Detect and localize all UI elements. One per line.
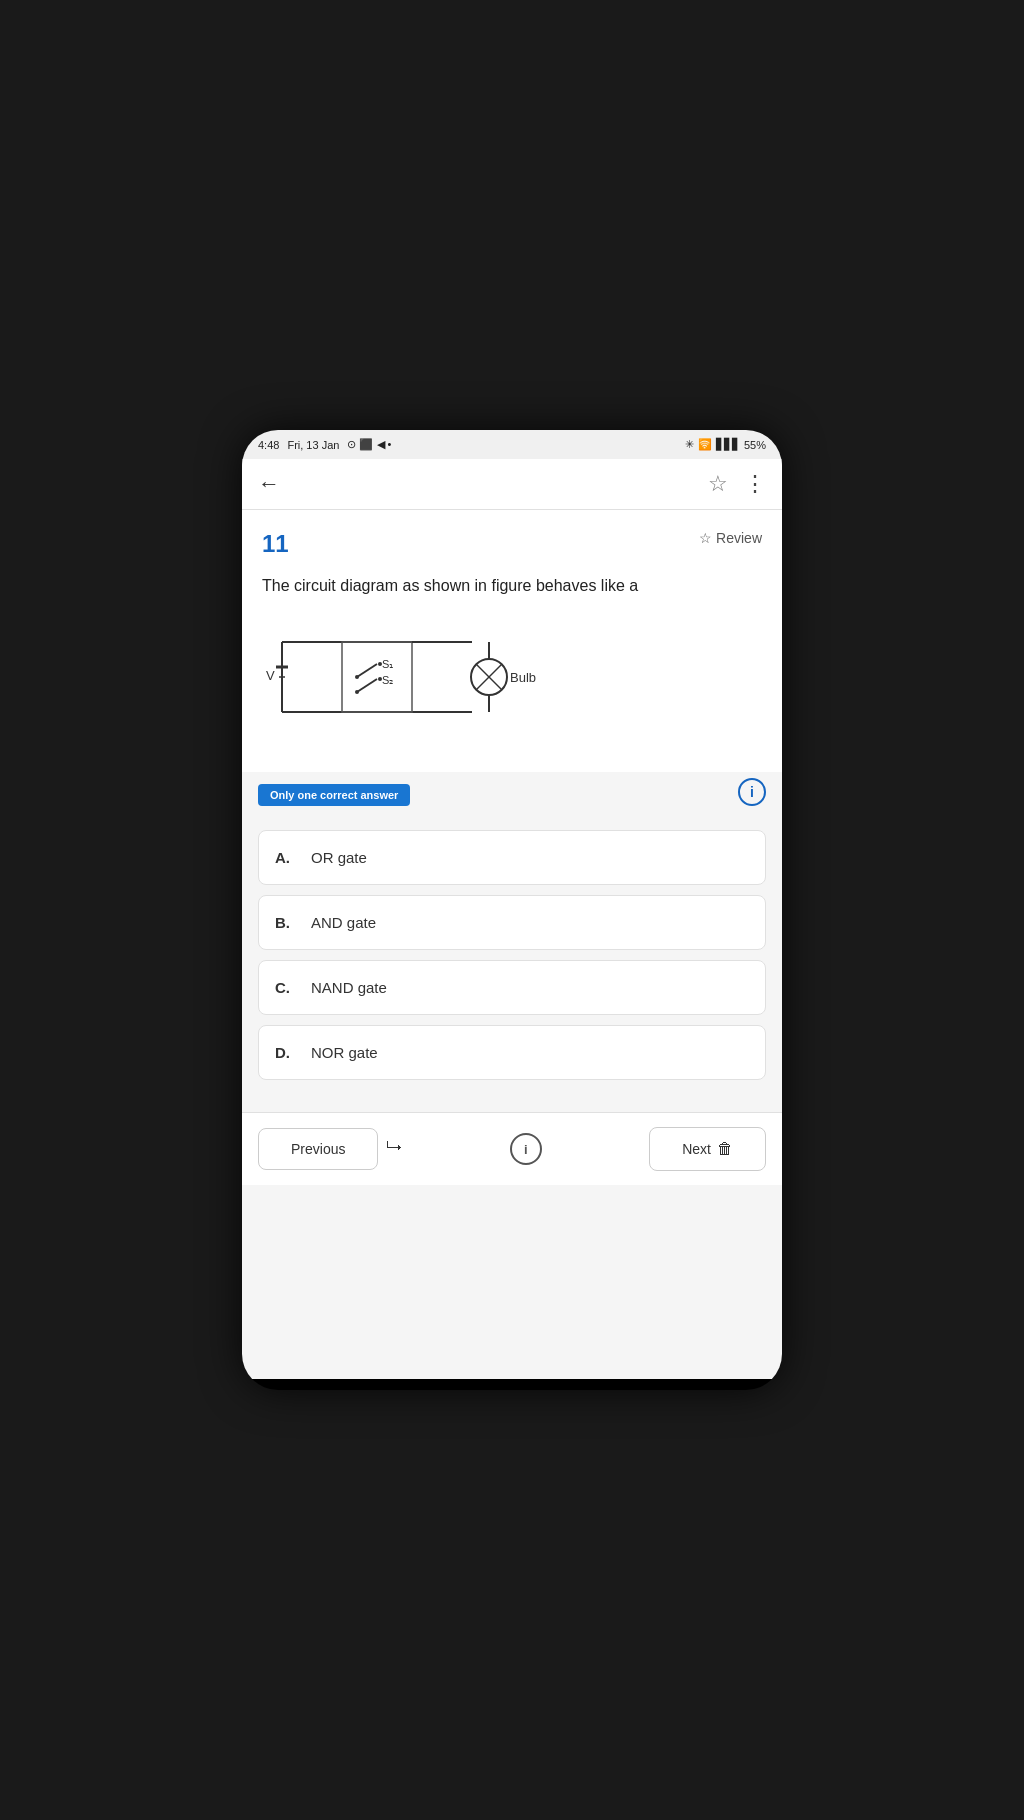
option-b-text: AND gate xyxy=(311,914,376,931)
status-bar: 4:48 Fri, 13 Jan ⊙ ⬛ ◀ • ✳ 🛜 ▋▋▋ 55% xyxy=(242,430,782,459)
nav-left: ← xyxy=(258,471,280,497)
review-button[interactable]: ☆ Review xyxy=(699,530,762,546)
svg-point-8 xyxy=(355,675,359,679)
status-left: 4:48 Fri, 13 Jan ⊙ ⬛ ◀ • xyxy=(258,438,391,451)
top-nav: ← ☆ ⋮ xyxy=(242,459,782,510)
svg-text:Bulb: Bulb xyxy=(510,670,536,685)
svg-text:V: V xyxy=(266,668,275,683)
bottom-left: Previous ⮡ xyxy=(258,1128,402,1170)
status-right: ✳ 🛜 ▋▋▋ 55% xyxy=(685,438,766,451)
review-star-icon: ☆ xyxy=(699,530,712,546)
trash-icon: 🗑 xyxy=(717,1140,733,1158)
bottom-nav: Previous ⮡ i Next 🗑 xyxy=(242,1112,782,1185)
signal-icon: ▋▋▋ xyxy=(716,438,740,451)
battery: 55% xyxy=(744,439,766,451)
nav-right: ☆ ⋮ xyxy=(708,471,766,497)
option-a-label: A. xyxy=(275,849,295,866)
question-text: The circuit diagram as shown in figure b… xyxy=(262,574,762,598)
answer-type-badge: Only one correct answer xyxy=(258,784,410,806)
question-header: 11 ☆ Review xyxy=(262,530,762,558)
question-container: 11 ☆ Review The circuit diagram as shown… xyxy=(242,510,782,772)
svg-text:S₁: S₁ xyxy=(382,658,393,670)
phone-frame: 4:48 Fri, 13 Jan ⊙ ⬛ ◀ • ✳ 🛜 ▋▋▋ 55% ← ☆… xyxy=(242,430,782,1390)
circuit-diagram: V S₁ S₂ xyxy=(262,614,762,740)
next-label: Next xyxy=(682,1141,711,1157)
option-c-text: NAND gate xyxy=(311,979,387,996)
option-d-text: NOR gate xyxy=(311,1044,378,1061)
app-screen: ← ☆ ⋮ 11 ☆ Review The circuit diagram as… xyxy=(242,459,782,1379)
date: Fri, 13 Jan xyxy=(287,439,339,451)
next-button[interactable]: Next 🗑 xyxy=(649,1127,766,1171)
share-icon[interactable]: ⮡ xyxy=(386,1140,402,1158)
wifi-icon: 🛜 xyxy=(698,438,712,451)
bluetooth-icon: ✳ xyxy=(685,438,694,451)
time: 4:48 xyxy=(258,439,279,451)
svg-line-11 xyxy=(357,679,377,692)
review-label: Review xyxy=(716,530,762,546)
option-a[interactable]: A. OR gate xyxy=(258,830,766,885)
svg-line-7 xyxy=(357,664,377,677)
badge-row: Only one correct answer i xyxy=(258,784,766,822)
bottom-right: Next 🗑 xyxy=(649,1127,766,1171)
info-bottom-button[interactable]: i xyxy=(510,1133,542,1165)
info-button[interactable]: i xyxy=(738,778,766,806)
options-list: A. OR gate B. AND gate C. NAND gate D. N… xyxy=(258,830,766,1080)
star-button[interactable]: ☆ xyxy=(708,471,728,497)
option-d[interactable]: D. NOR gate xyxy=(258,1025,766,1080)
option-d-label: D. xyxy=(275,1044,295,1061)
question-number: 11 xyxy=(262,530,289,558)
option-a-text: OR gate xyxy=(311,849,367,866)
option-c[interactable]: C. NAND gate xyxy=(258,960,766,1015)
option-b[interactable]: B. AND gate xyxy=(258,895,766,950)
svg-point-12 xyxy=(355,690,359,694)
back-button[interactable]: ← xyxy=(258,471,280,497)
option-c-label: C. xyxy=(275,979,295,996)
svg-rect-6 xyxy=(342,642,412,712)
previous-button[interactable]: Previous xyxy=(258,1128,378,1170)
status-icons: ⊙ ⬛ ◀ • xyxy=(347,438,391,451)
option-b-label: B. xyxy=(275,914,295,931)
circuit-svg: V S₁ S₂ xyxy=(262,622,542,732)
answer-section: Only one correct answer i A. OR gate B. … xyxy=(242,772,782,1092)
more-button[interactable]: ⋮ xyxy=(744,471,766,497)
svg-text:S₂: S₂ xyxy=(382,674,393,686)
